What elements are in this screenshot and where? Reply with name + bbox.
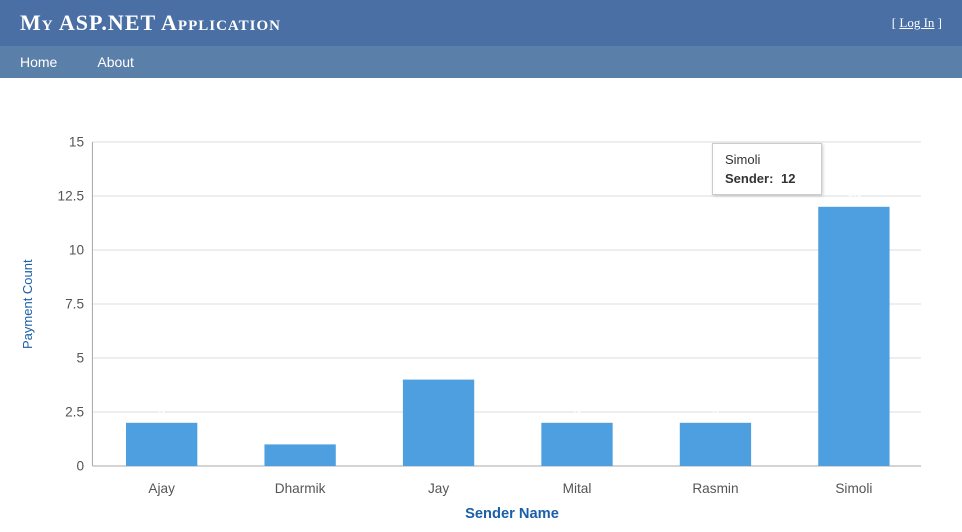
svg-text:2: 2 (158, 406, 165, 421)
svg-text:Mital: Mital (563, 480, 592, 496)
app-header: My ASP.NET Application [ Log In ] (0, 0, 962, 46)
svg-text:2.5: 2.5 (65, 403, 84, 419)
bar-mital (541, 423, 612, 466)
tooltip-sender-name: Simoli (725, 152, 809, 167)
svg-text:2: 2 (574, 406, 581, 421)
app-title: My ASP.NET Application (20, 10, 281, 36)
main-nav: Home About (0, 46, 962, 78)
svg-text:1: 1 (297, 428, 304, 443)
login-link-wrapper: [ Log In ] (892, 15, 942, 31)
chart-inner: Simoli Sender: 12 (40, 88, 942, 520)
bar-dharmik (264, 444, 335, 466)
chart-tooltip: Simoli Sender: 12 (712, 143, 822, 195)
bar-rasmin (680, 423, 751, 466)
tooltip-value: 12 (781, 171, 795, 186)
svg-text:0: 0 (76, 457, 84, 473)
svg-text:2: 2 (712, 406, 719, 421)
chart-svg-wrapper: Simoli Sender: 12 (40, 88, 942, 520)
svg-text:4: 4 (435, 363, 443, 378)
svg-text:15: 15 (69, 133, 84, 149)
svg-text:Rasmin: Rasmin (692, 480, 738, 496)
svg-text:Simoli: Simoli (835, 480, 872, 496)
tooltip-value-row: Sender: 12 (725, 171, 809, 186)
nav-item-about[interactable]: About (77, 46, 154, 78)
svg-text:7.5: 7.5 (65, 295, 84, 311)
svg-text:Ajay: Ajay (148, 480, 175, 496)
svg-text:Sender Name: Sender Name (465, 506, 559, 520)
bar-simoli (818, 207, 889, 466)
svg-text:12: 12 (847, 190, 861, 205)
svg-text:12.5: 12.5 (58, 187, 85, 203)
bar-jay (403, 380, 474, 466)
svg-text:5: 5 (76, 349, 84, 365)
login-link[interactable]: Log In (899, 15, 934, 30)
svg-text:Jay: Jay (428, 480, 449, 496)
bar-ajay (126, 423, 197, 466)
nav-item-home[interactable]: Home (0, 46, 77, 78)
svg-text:Dharmik: Dharmik (275, 480, 326, 496)
svg-text:10: 10 (69, 241, 84, 257)
y-axis-label: Payment Count (20, 88, 35, 520)
tooltip-label: Sender: (725, 171, 773, 186)
chart-container: Payment Count Simoli Sender: 12 (0, 78, 962, 530)
